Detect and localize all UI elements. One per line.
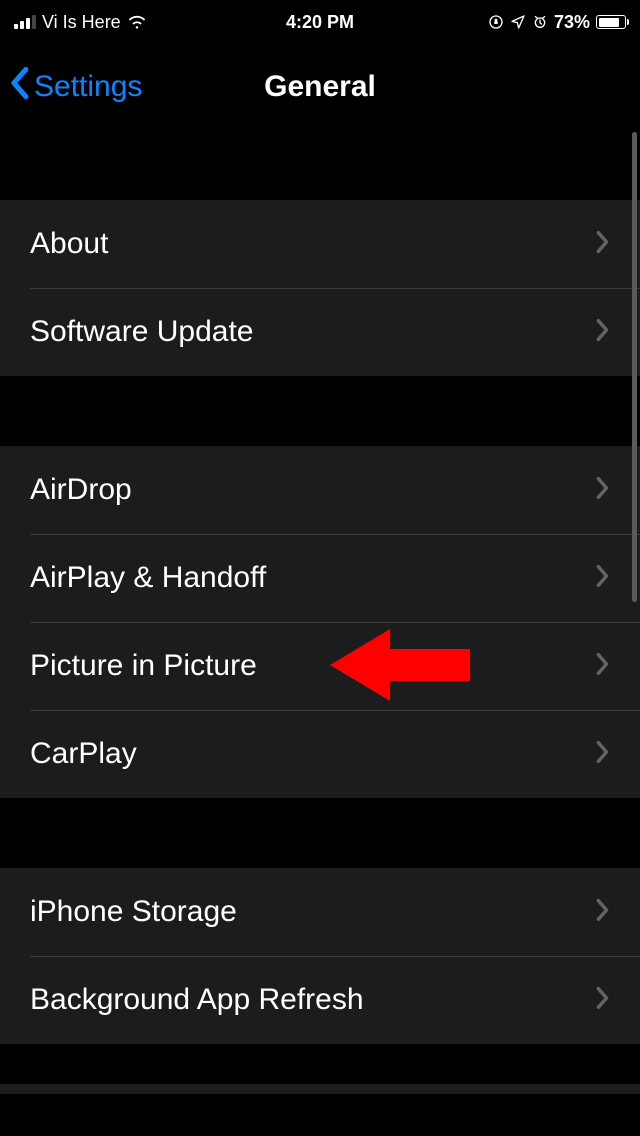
status-right: 73% <box>488 12 626 33</box>
scroll-indicator[interactable] <box>632 132 637 602</box>
row-background-app-refresh[interactable]: Background App Refresh <box>0 956 640 1044</box>
status-bar: Vi Is Here 4:20 PM 73% <box>0 0 640 44</box>
section-about-updates: About Software Update <box>0 200 640 376</box>
settings-list[interactable]: About Software Update AirDrop AirPlay & … <box>0 130 640 1094</box>
row-label: Software Update <box>30 315 253 349</box>
chevron-right-icon <box>596 740 610 769</box>
alarm-icon <box>532 14 548 30</box>
page-title: General <box>264 70 376 104</box>
back-button[interactable]: Settings <box>8 66 142 108</box>
chevron-right-icon <box>596 318 610 347</box>
location-icon <box>510 14 526 30</box>
chevron-right-icon <box>596 652 610 681</box>
row-label: Picture in Picture <box>30 649 257 683</box>
carrier-label: Vi Is Here <box>42 12 121 33</box>
chevron-right-icon <box>596 898 610 927</box>
section-spacer <box>0 130 640 200</box>
row-label: About <box>30 227 108 261</box>
section-spacer <box>0 798 640 868</box>
chevron-right-icon <box>596 230 610 259</box>
section-spacer <box>0 1044 640 1084</box>
row-label: CarPlay <box>30 737 137 771</box>
chevron-right-icon <box>596 564 610 593</box>
row-label: iPhone Storage <box>30 895 237 929</box>
row-software-update[interactable]: Software Update <box>0 288 640 376</box>
row-about[interactable]: About <box>0 200 640 288</box>
wifi-icon <box>127 12 147 32</box>
row-iphone-storage[interactable]: iPhone Storage <box>0 868 640 956</box>
row-picture-in-picture[interactable]: Picture in Picture <box>0 622 640 710</box>
row-label: AirDrop <box>30 473 132 507</box>
row-airdrop[interactable]: AirDrop <box>0 446 640 534</box>
status-left: Vi Is Here <box>14 12 147 33</box>
chevron-left-icon <box>8 66 30 108</box>
row-airplay-handoff[interactable]: AirPlay & Handoff <box>0 534 640 622</box>
battery-icon <box>596 15 626 29</box>
battery-percentage: 73% <box>554 12 590 33</box>
section-spacer <box>0 376 640 446</box>
orientation-lock-icon <box>488 14 504 30</box>
section-peek <box>0 1084 640 1094</box>
back-label: Settings <box>34 70 142 104</box>
navigation-bar: Settings General <box>0 44 640 130</box>
section-connectivity: AirDrop AirPlay & Handoff Picture in Pic… <box>0 446 640 798</box>
cellular-signal-icon <box>14 15 36 29</box>
status-time: 4:20 PM <box>286 12 354 33</box>
chevron-right-icon <box>596 986 610 1015</box>
chevron-right-icon <box>596 476 610 505</box>
row-label: Background App Refresh <box>30 983 364 1017</box>
row-carplay[interactable]: CarPlay <box>0 710 640 798</box>
row-label: AirPlay & Handoff <box>30 561 266 595</box>
section-storage: iPhone Storage Background App Refresh <box>0 868 640 1044</box>
